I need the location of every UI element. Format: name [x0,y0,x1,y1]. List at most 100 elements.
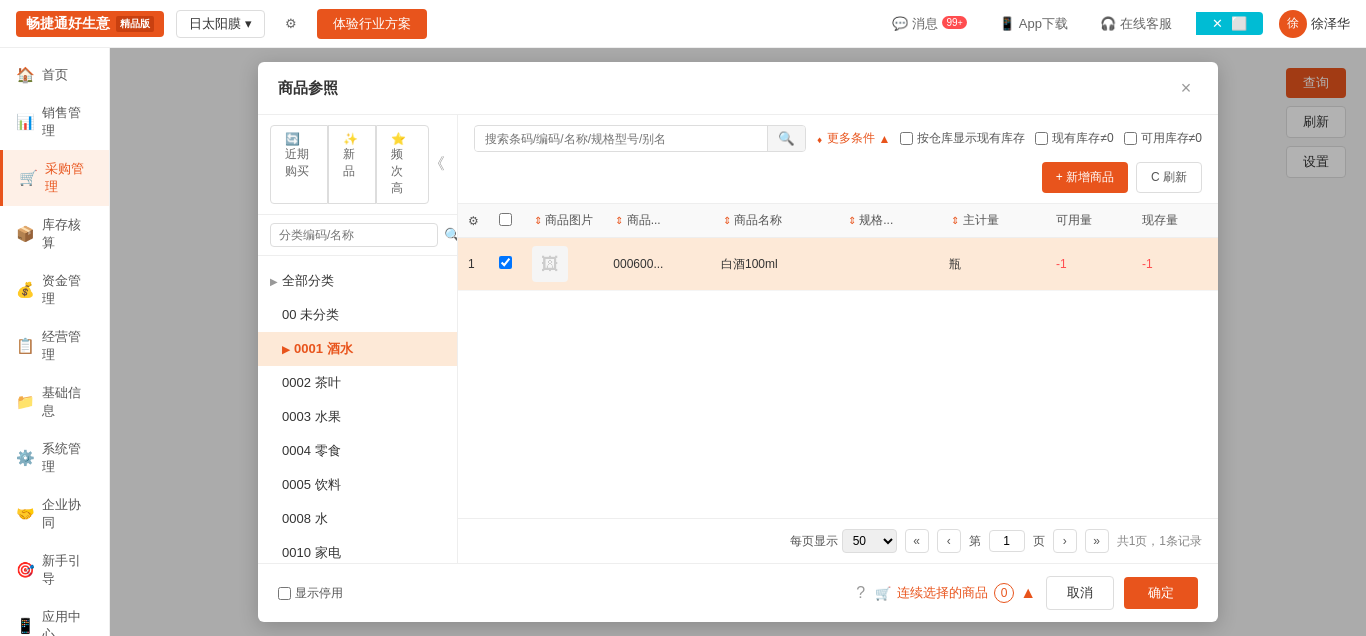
sidebar-item-enterprise[interactable]: 🤝 企业协同 [0,486,109,542]
cat-item-0010[interactable]: 0010 家电 [258,536,457,563]
nav-selector[interactable]: 日太阳膜 ▾ [176,10,265,38]
tab-new-label: 新品 [343,147,355,178]
sidebar-item-inventory[interactable]: 📦 库存核算 [0,206,109,262]
home-icon: 🏠 [16,66,34,84]
filter-label: 更多条件 [827,130,875,147]
collapse-panel-btn[interactable]: 《 [429,154,445,175]
sidebar-item-label: 经营管理 [42,328,93,364]
app-download-label: App下载 [1019,15,1068,33]
product-search-btn[interactable]: 🔍 [767,126,805,151]
sidebar-item-guide[interactable]: 🎯 新手引导 [0,542,109,598]
customer-service-btn[interactable]: 🎧 在线客服 [1092,11,1180,37]
last-page-btn[interactable]: » [1085,529,1109,553]
table-body: 1 🖼 [458,238,1218,291]
system-icon: ⚙️ [16,449,34,467]
filter-btn[interactable]: ⬧ 更多条件 ▲ [816,130,891,147]
app-download-btn[interactable]: 📱 App下载 [991,11,1076,37]
confirm-btn[interactable]: 确定 [1124,577,1198,609]
cat-item-0004[interactable]: 0004 零食 [258,434,457,468]
cat-item-0003[interactable]: 0003 水果 [258,400,457,434]
product-search-input[interactable] [475,127,767,151]
cart-collapse-icon[interactable]: ▲ [1020,584,1036,602]
checkbox-warehouse[interactable] [900,132,913,145]
first-page-btn[interactable]: « [905,529,929,553]
refresh-product-btn[interactable]: C 刷新 [1136,162,1202,193]
inventory-icon: 📦 [16,225,34,243]
modal-title: 商品参照 [278,79,338,98]
row-index: 1 [458,238,489,291]
logo: 畅捷通好生意 精品版 [16,11,164,37]
category-tabs: 🔄 近期购买 ✨ 新品 ⭐ 频次高 [270,125,429,204]
sidebar-item-label: 销售管理 [42,104,93,140]
prev-page-btn[interactable]: ‹ [937,529,961,553]
checkbox-usable-wrap[interactable]: 可用库存≠0 [1124,130,1202,147]
th-select-all[interactable] [489,204,522,238]
sidebar-item-basic[interactable]: 📁 基础信息 [0,374,109,430]
modal-close-btn[interactable]: × [1174,76,1198,100]
apps-icon: 📱 [16,617,34,635]
cat-item-00[interactable]: 00 未分类 [258,298,457,332]
checkbox-available[interactable] [1035,132,1048,145]
cart-label: 连续选择的商品 [897,584,988,602]
sidebar-item-finance[interactable]: 💰 资金管理 [0,262,109,318]
category-list: ▶ 全部分类 00 未分类 ▶ 0001 酒水 0002 [258,256,457,563]
messages-btn[interactable]: 💬 消息 99+ [884,11,974,37]
tab-frequent[interactable]: ⭐ 频次高 [376,125,429,204]
help-icon[interactable]: ? [856,584,865,602]
sidebar-item-label: 首页 [42,66,68,84]
select-all-checkbox[interactable] [499,213,512,226]
messages-label: 消息 [912,15,938,33]
user-info: 徐 徐泽华 [1279,10,1350,38]
cat-item-0005[interactable]: 0005 饮料 [258,468,457,502]
show-disabled-checkbox[interactable] [278,587,291,600]
settings-nav-btn[interactable]: ⚙ [277,12,305,35]
category-search-input[interactable] [270,223,438,247]
checkbox-warehouse-wrap[interactable]: 按仓库显示现有库存 [900,130,1025,147]
cat-item-all[interactable]: ▶ 全部分类 [258,264,457,298]
cat-item-0001[interactable]: ▶ 0001 酒水 [258,332,457,366]
cat-item-label: 全部分类 [282,272,334,290]
table-head: ⚙ ⇕ 商品图片 [458,204,1218,238]
checkbox-usable[interactable] [1124,132,1137,145]
page-size-dropdown[interactable]: 10 20 50 100 [842,529,897,553]
cart-wrap: 🛒 连续选择的商品 0 ▲ [875,583,1036,603]
expand-icon[interactable]: ⬜ [1231,16,1247,31]
next-page-btn[interactable]: › [1053,529,1077,553]
cat-item-label: 0010 家电 [282,544,341,562]
checkbox-available-wrap[interactable]: 现有库存≠0 [1035,130,1113,147]
operations-icon: 📋 [16,337,34,355]
show-disabled-wrap[interactable]: 显示停用 [278,585,343,602]
tab-new[interactable]: ✨ 新品 [328,125,376,204]
cat-item-0008[interactable]: 0008 水 [258,502,457,536]
sidebar-item-apps[interactable]: 📱 应用中心 [0,598,109,636]
row-name: 白酒100ml [711,238,836,291]
sidebar-item-home[interactable]: 🏠 首页 [0,56,109,94]
table-row[interactable]: 1 🖼 [458,238,1218,291]
filter-icon: ⬧ [816,132,823,146]
sidebar-item-purchase[interactable]: 🛒 采购管理 [0,150,109,206]
sidebar-item-operations[interactable]: 📋 经营管理 [0,318,109,374]
category-search-icon[interactable]: 🔍 [444,227,458,243]
sidebar-item-sales[interactable]: 📊 销售管理 [0,94,109,150]
tab-recent[interactable]: 🔄 近期购买 [270,125,328,204]
close-icon-teal[interactable]: ✕ [1212,16,1223,31]
cancel-btn[interactable]: 取消 [1046,576,1114,610]
row-checkbox[interactable] [499,256,512,269]
sidebar: 🏠 首页 📊 销售管理 🛒 采购管理 📦 库存核算 💰 资金管理 📋 经营管理 … [0,48,110,636]
sidebar-item-label: 应用中心 [42,608,93,636]
table-settings-icon[interactable]: ⚙ [468,214,479,228]
row-checkbox-cell[interactable] [489,238,522,291]
sort-icon: ⇕ [723,215,731,226]
sidebar-item-system[interactable]: ⚙️ 系统管理 [0,430,109,486]
sidebar-item-label: 基础信息 [42,384,93,420]
nav-right: 💬 消息 99+ 📱 App下载 🎧 在线客服 ✕ ⬜ 徐 徐泽华 [884,10,1350,38]
add-product-btn[interactable]: + 新增商品 [1042,162,1128,193]
page-input[interactable] [989,530,1025,552]
cat-item-0002[interactable]: 0002 茶叶 [258,366,457,400]
toolbar-right: + 新增商品 C 刷新 [1042,162,1202,193]
cart-count: 0 [994,583,1014,603]
trial-btn[interactable]: 体验行业方案 [317,9,427,39]
sidebar-item-label: 资金管理 [42,272,93,308]
pagination-bar: 每页显示 10 20 50 100 « ‹ 第 [458,518,1218,563]
th-code: ⇕ 商品... [603,204,711,238]
